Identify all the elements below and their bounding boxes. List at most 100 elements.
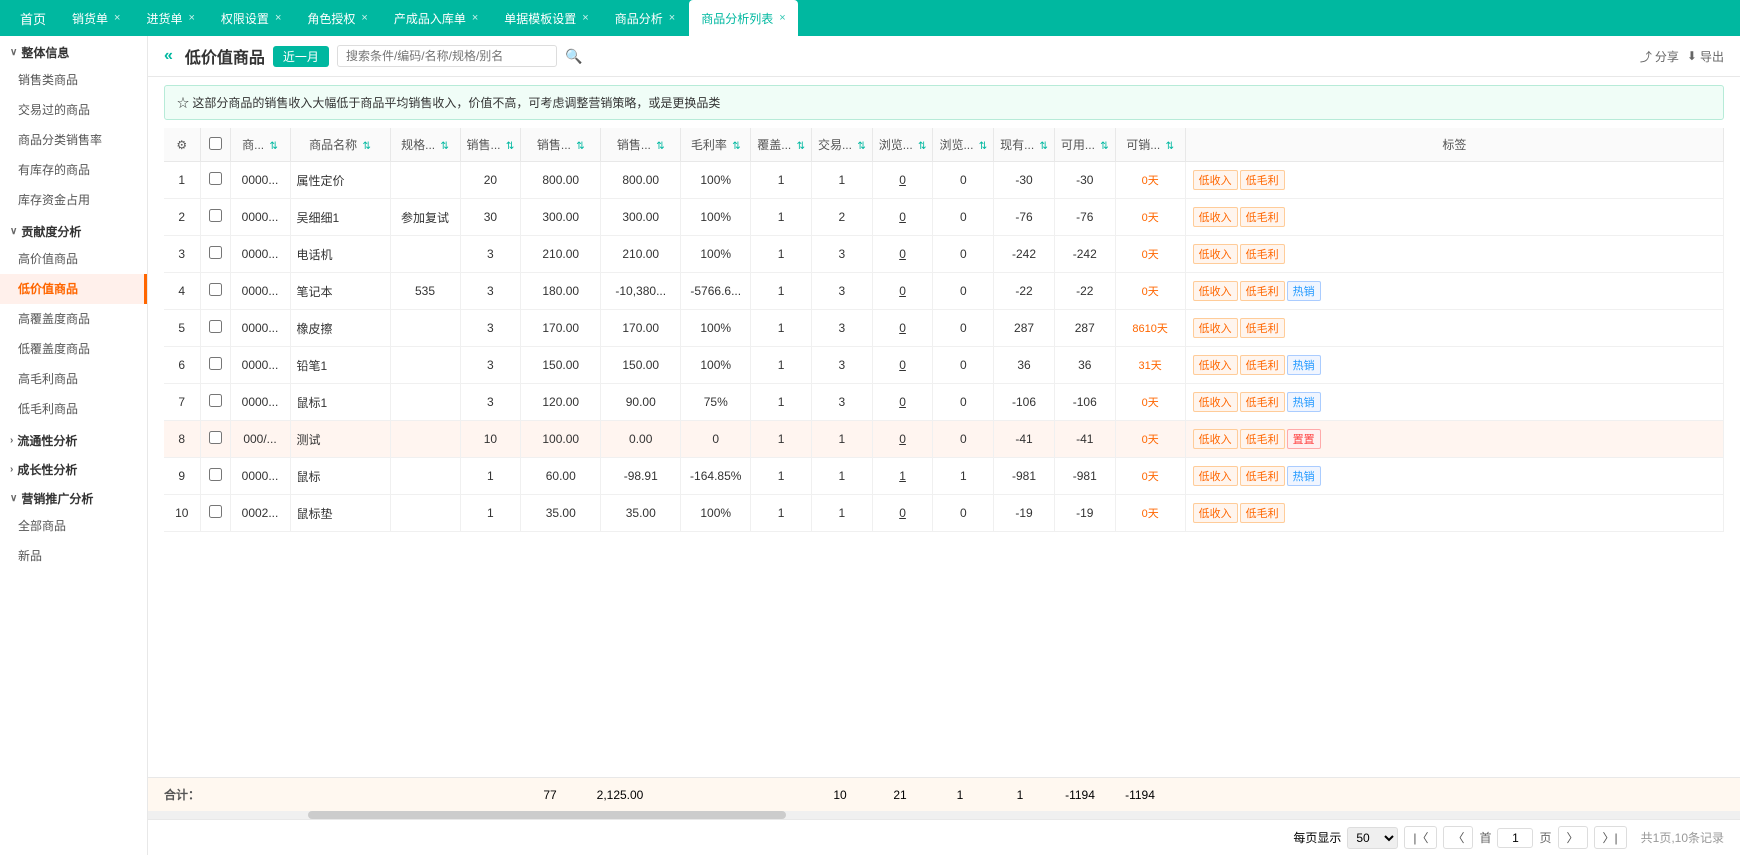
view1-count[interactable]: 0 xyxy=(872,495,933,532)
sidebar-item-stocked-products[interactable]: 有库存的商品 xyxy=(0,155,147,185)
view1-count[interactable]: 0 xyxy=(872,236,933,273)
row-checkbox[interactable] xyxy=(200,310,230,347)
nav-home[interactable]: 首页 xyxy=(8,0,58,36)
sidebar-section-overall[interactable]: ∨ 整体信息 xyxy=(0,36,147,65)
row-select-checkbox[interactable] xyxy=(209,468,222,481)
view1-link[interactable]: 0 xyxy=(899,358,906,372)
trade-column-header[interactable]: 交易... ⇅ xyxy=(811,128,872,162)
select-all-checkbox[interactable] xyxy=(209,137,222,150)
view1-count[interactable]: 1 xyxy=(872,458,933,495)
sidebar-section-marketing[interactable]: ∨ 营销推广分析 xyxy=(0,482,147,511)
sidebar-item-inventory-fund[interactable]: 库存资金占用 xyxy=(0,185,147,215)
row-select-checkbox[interactable] xyxy=(209,505,222,518)
sidebar-section-circulation[interactable]: › 流通性分析 xyxy=(0,424,147,453)
nav-analysis[interactable]: 商品分析 × xyxy=(603,0,687,36)
saleable-column-header[interactable]: 可销... ⇅ xyxy=(1115,128,1185,162)
sidebar-item-new-products[interactable]: 新品 xyxy=(0,541,147,571)
current-column-header[interactable]: 现有... ⇅ xyxy=(994,128,1055,162)
row-checkbox[interactable] xyxy=(200,421,230,458)
close-icon[interactable]: × xyxy=(114,12,120,24)
view1-link[interactable]: 0 xyxy=(899,173,906,187)
sidebar-item-low-value[interactable]: 低价值商品 xyxy=(0,274,147,304)
view1-count[interactable]: 0 xyxy=(872,273,933,310)
view1-link[interactable]: 0 xyxy=(899,210,906,224)
row-select-checkbox[interactable] xyxy=(209,357,222,370)
view1-column-header[interactable]: 浏览... ⇅ xyxy=(872,128,933,162)
close-icon[interactable]: × xyxy=(779,12,785,24)
row-checkbox[interactable] xyxy=(200,458,230,495)
sidebar-item-all-products[interactable]: 全部商品 xyxy=(0,511,147,541)
row-select-checkbox[interactable] xyxy=(209,320,222,333)
view1-link[interactable]: 0 xyxy=(899,395,906,409)
row-select-checkbox[interactable] xyxy=(209,209,222,222)
sidebar-item-category-rate[interactable]: 商品分类销售率 xyxy=(0,125,147,155)
close-icon[interactable]: × xyxy=(669,12,675,24)
view1-link[interactable]: 0 xyxy=(899,506,906,520)
view1-count[interactable]: 0 xyxy=(872,347,933,384)
sidebar-item-high-margin[interactable]: 高毛利商品 xyxy=(0,364,147,394)
nav-templates[interactable]: 单据模板设置 × xyxy=(492,0,600,36)
next-page-button[interactable]: 〉 xyxy=(1558,826,1588,849)
view1-link[interactable]: 0 xyxy=(899,284,906,298)
nav-analysis-list[interactable]: 商品分析列表 × xyxy=(689,0,797,36)
row-select-checkbox[interactable] xyxy=(209,246,222,259)
sale-amount-column-header[interactable]: 销售... ⇅ xyxy=(601,128,681,162)
view1-count[interactable]: 0 xyxy=(872,310,933,347)
coverage-column-header[interactable]: 覆盖... ⇅ xyxy=(751,128,812,162)
nav-roles[interactable]: 角色授权 × xyxy=(295,0,379,36)
sale-price-column-header[interactable]: 销售... ⇅ xyxy=(521,128,601,162)
available-column-header[interactable]: 可用... ⇅ xyxy=(1054,128,1115,162)
sidebar-item-high-coverage[interactable]: 高覆盖度商品 xyxy=(0,304,147,334)
row-select-checkbox[interactable] xyxy=(209,431,222,444)
close-icon[interactable]: × xyxy=(582,12,588,24)
view1-count[interactable]: 0 xyxy=(872,162,933,199)
row-checkbox[interactable] xyxy=(200,273,230,310)
sidebar-section-contribution[interactable]: ∨ 贡献度分析 xyxy=(0,215,147,244)
row-checkbox[interactable] xyxy=(200,384,230,421)
spec-column-header[interactable]: 规格... ⇅ xyxy=(390,128,460,162)
row-checkbox[interactable] xyxy=(200,495,230,532)
collapse-sidebar-button[interactable]: « xyxy=(164,47,173,65)
row-checkbox[interactable] xyxy=(200,236,230,273)
settings-column-header[interactable]: ⚙ xyxy=(164,128,200,162)
search-input[interactable] xyxy=(337,45,557,67)
sidebar-item-high-value[interactable]: 高价值商品 xyxy=(0,244,147,274)
checkbox-column-header[interactable] xyxy=(200,128,230,162)
nav-products[interactable]: 产成品入库单 × xyxy=(382,0,490,36)
horizontal-scrollbar[interactable] xyxy=(148,811,1740,819)
row-select-checkbox[interactable] xyxy=(209,394,222,407)
scrollbar-thumb[interactable] xyxy=(308,811,786,819)
view1-count[interactable]: 0 xyxy=(872,384,933,421)
sidebar-item-low-margin[interactable]: 低毛利商品 xyxy=(0,394,147,424)
sidebar-item-low-coverage[interactable]: 低覆盖度商品 xyxy=(0,334,147,364)
row-checkbox[interactable] xyxy=(200,347,230,384)
export-button[interactable]: ⬇ 导出 xyxy=(1687,48,1724,65)
row-checkbox[interactable] xyxy=(200,162,230,199)
close-icon[interactable]: × xyxy=(275,12,281,24)
share-button[interactable]: ⤴ 分享 xyxy=(1640,48,1679,65)
row-select-checkbox[interactable] xyxy=(209,283,222,296)
view1-count[interactable]: 0 xyxy=(872,421,933,458)
view1-link[interactable]: 0 xyxy=(899,247,906,261)
close-icon[interactable]: × xyxy=(472,12,478,24)
per-page-select[interactable]: 50 100 xyxy=(1347,827,1398,849)
row-select-checkbox[interactable] xyxy=(209,172,222,185)
row-checkbox[interactable] xyxy=(200,199,230,236)
close-icon[interactable]: × xyxy=(188,12,194,24)
prev-page-button[interactable]: 〈 xyxy=(1443,826,1473,849)
close-icon[interactable]: × xyxy=(361,12,367,24)
nav-sales[interactable]: 销货单 × xyxy=(60,0,132,36)
view1-link[interactable]: 0 xyxy=(899,432,906,446)
page-number-input[interactable] xyxy=(1497,828,1533,848)
sidebar-section-growth[interactable]: › 成长性分析 xyxy=(0,453,147,482)
first-page-button[interactable]: |〈 xyxy=(1404,826,1437,849)
search-icon[interactable]: 🔍 xyxy=(565,48,582,65)
view1-link[interactable]: 1 xyxy=(899,469,906,483)
sidebar-item-traded-products[interactable]: 交易过的商品 xyxy=(0,95,147,125)
view1-count[interactable]: 0 xyxy=(872,199,933,236)
sidebar-item-sales-products[interactable]: 销售类商品 xyxy=(0,65,147,95)
margin-column-header[interactable]: 毛利率 ⇅ xyxy=(681,128,751,162)
nav-permissions[interactable]: 权限设置 × xyxy=(209,0,293,36)
code-column-header[interactable]: 商... ⇅ xyxy=(230,128,290,162)
last-page-button[interactable]: 〉| xyxy=(1594,826,1627,849)
